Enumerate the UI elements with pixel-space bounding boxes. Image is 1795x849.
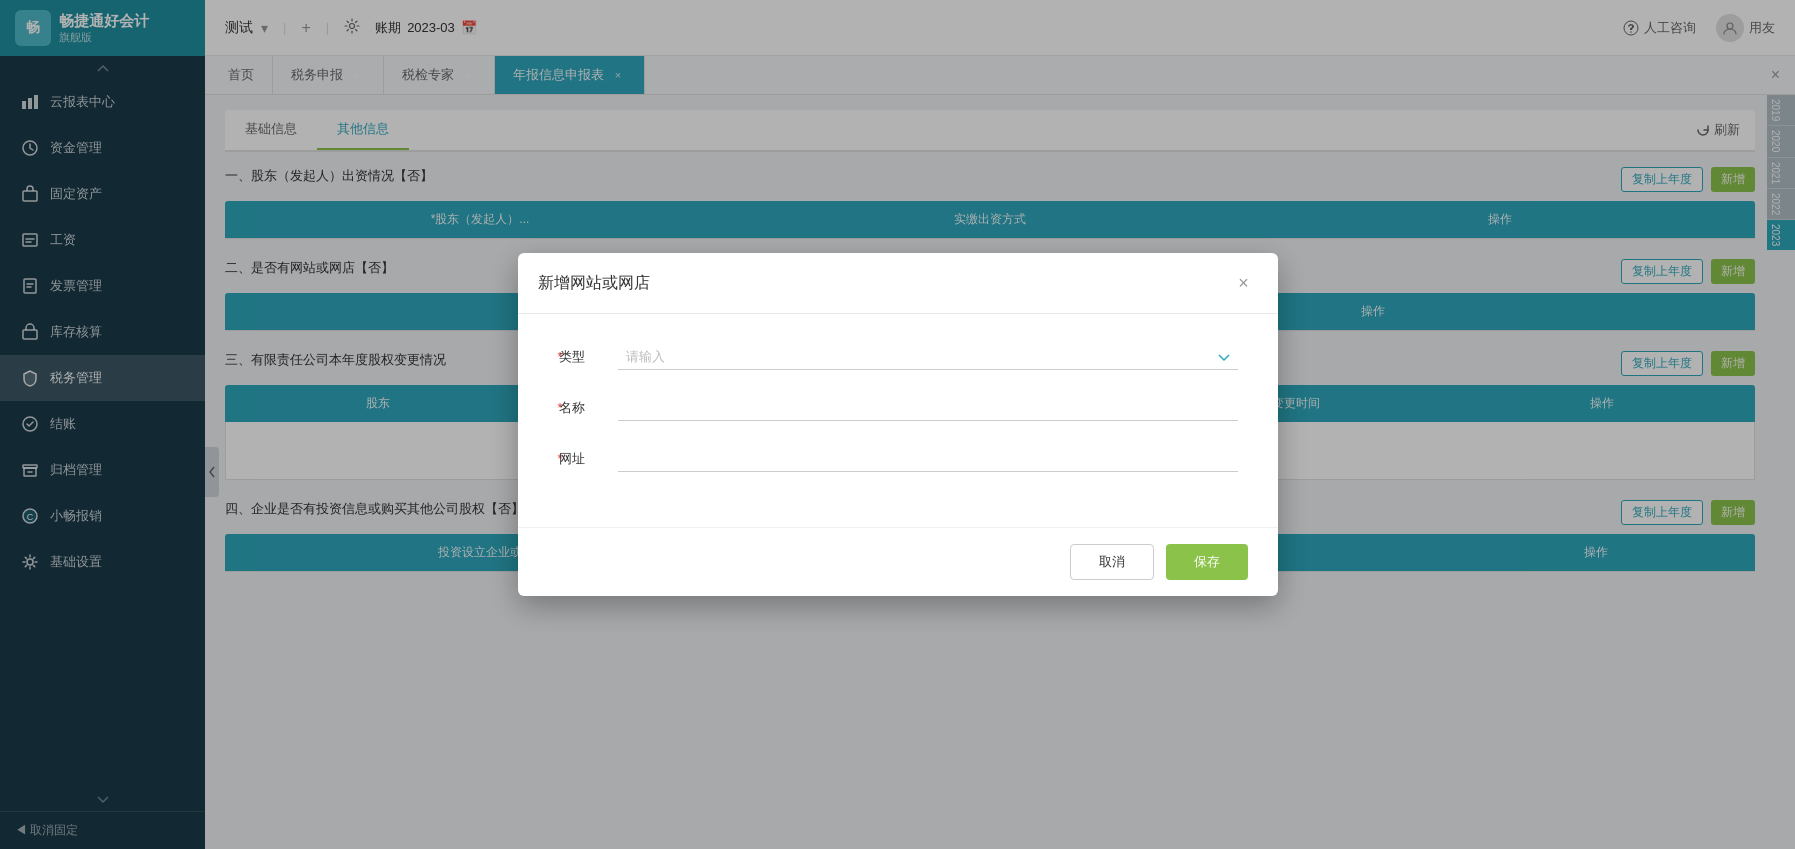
form-label-type: *类型 bbox=[558, 348, 618, 366]
form-label-name: *名称 bbox=[558, 399, 618, 417]
dropdown-arrow-icon bbox=[1218, 349, 1230, 364]
dialog-header: 新增网站或网店 × bbox=[518, 253, 1278, 314]
dialog-close-button[interactable]: × bbox=[1230, 269, 1258, 297]
form-row-name: *名称 bbox=[558, 395, 1238, 421]
dialog-title: 新增网站或网店 bbox=[538, 273, 650, 294]
name-input[interactable] bbox=[618, 395, 1238, 420]
form-input-wrap-url bbox=[618, 446, 1238, 472]
url-input[interactable] bbox=[618, 446, 1238, 471]
cancel-button[interactable]: 取消 bbox=[1070, 544, 1154, 580]
form-row-type: *类型 bbox=[558, 344, 1238, 370]
dialog-footer: 取消 保存 bbox=[518, 527, 1278, 596]
add-website-dialog: 新增网站或网店 × *类型 *名称 bbox=[518, 253, 1278, 596]
dialog-body: *类型 *名称 * bbox=[518, 314, 1278, 527]
form-row-url: *网址 bbox=[558, 446, 1238, 472]
dialog-overlay: 新增网站或网店 × *类型 *名称 bbox=[0, 0, 1795, 849]
type-input[interactable] bbox=[618, 344, 1238, 369]
save-button[interactable]: 保存 bbox=[1166, 544, 1248, 580]
form-input-wrap-name bbox=[618, 395, 1238, 421]
form-input-wrap-type bbox=[618, 344, 1238, 370]
form-label-url: *网址 bbox=[558, 450, 618, 468]
